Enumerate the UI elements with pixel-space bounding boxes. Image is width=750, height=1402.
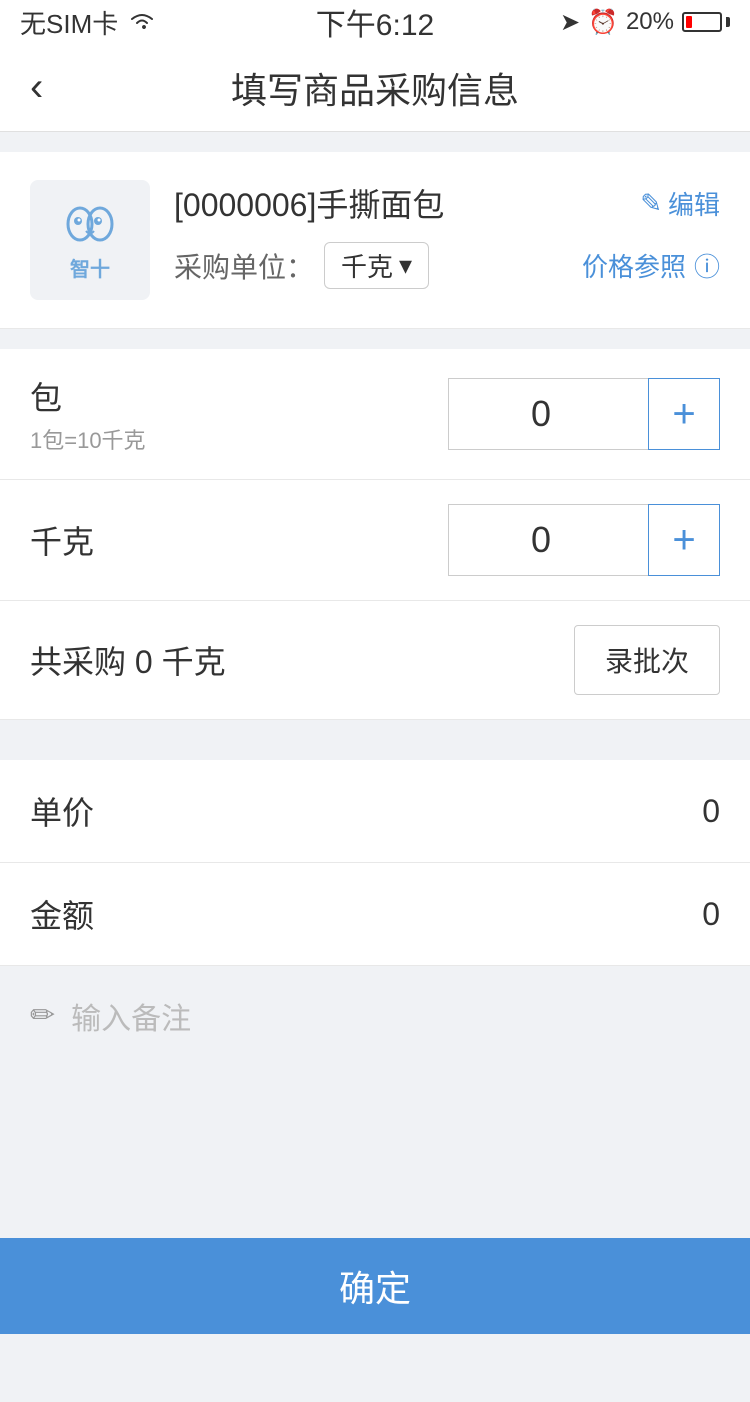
price-ref-button[interactable]: 价格参照 ⓘ [582, 247, 720, 284]
bao-input-control: + [448, 378, 720, 450]
alarm-icon: ⏰ [588, 8, 618, 37]
kg-input-control: + [448, 504, 720, 576]
section-divider-1 [0, 329, 750, 349]
note-placeholder: 输入备注 [71, 994, 191, 1038]
edit-label: 编辑 [668, 185, 720, 222]
edit-button[interactable]: ✎ 编辑 [640, 185, 720, 222]
product-image: 智十 [30, 180, 150, 300]
bao-sublabel: 1包=10千克 [30, 423, 448, 455]
input-row-bao: 包 1包=10千克 + [0, 349, 750, 480]
batch-button[interactable]: 录批次 [574, 625, 720, 695]
status-right: ➤ ⏰ 20% [560, 8, 730, 37]
amount-label: 金额 [30, 891, 94, 937]
bao-quantity-input[interactable] [448, 378, 648, 450]
edit-icon: ✎ [640, 188, 662, 219]
location-icon: ➤ [560, 8, 580, 37]
info-section: 单价 0 金额 0 [0, 760, 750, 966]
price-row: 单价 0 [0, 760, 750, 863]
unit-value: 千克 [341, 247, 393, 284]
confirm-button[interactable]: 确定 [0, 1238, 750, 1334]
total-unit: 千克 [162, 644, 226, 680]
nav-bar: ‹ 填写商品采购信息 [0, 44, 750, 132]
section-divider-2 [0, 720, 750, 740]
owl-logo-icon [60, 199, 120, 249]
owl-text-label: 智十 [70, 253, 110, 282]
product-name: [0000006]手撕面包 [174, 180, 444, 226]
pencil-icon: ✏ [30, 998, 55, 1033]
bao-label: 包 [30, 373, 448, 419]
amount-row: 金额 0 [0, 863, 750, 966]
battery-icon [682, 12, 730, 32]
unit-label: 采购单位： 千克 ▾ [174, 242, 429, 289]
carrier-label: 无SIM卡 [20, 4, 118, 41]
price-label: 单价 [30, 788, 94, 834]
input-row-kg: 千克 + [0, 480, 750, 601]
input-section: 包 1包=10千克 + 千克 + [0, 349, 750, 601]
price-value: 0 [702, 793, 720, 830]
amount-value: 0 [702, 896, 720, 933]
total-row: 共采购 0 千克 录批次 [0, 601, 750, 720]
unit-select[interactable]: 千克 ▾ [324, 242, 429, 289]
page-title: 填写商品采购信息 [231, 62, 519, 114]
price-ref-label: 价格参照 [582, 247, 686, 284]
bao-plus-button[interactable]: + [648, 378, 720, 450]
wifi-icon [128, 7, 156, 38]
total-text: 共采购 0 千克 [30, 637, 226, 683]
total-amount: 0 [135, 644, 153, 680]
status-time: 下午6:12 [316, 0, 434, 44]
info-icon: ⓘ [694, 247, 720, 284]
status-left: 无SIM卡 [20, 4, 156, 41]
kg-quantity-input[interactable] [448, 504, 648, 576]
battery-percent: 20% [626, 8, 674, 36]
kg-plus-button[interactable]: + [648, 504, 720, 576]
dropdown-arrow-icon: ▾ [399, 250, 412, 281]
unit-prefix: 采购单位： [174, 246, 314, 286]
status-bar: 无SIM卡 下午6:12 ➤ ⏰ 20% [0, 0, 750, 44]
product-info: [0000006]手撕面包 ✎ 编辑 采购单位： 千克 ▾ 价格参照 ⓘ [174, 180, 720, 289]
back-button[interactable]: ‹ [30, 65, 43, 110]
total-prefix: 共采购 [30, 644, 126, 680]
product-card: 智十 [0000006]手撕面包 ✎ 编辑 采购单位： 千克 ▾ 价格参照 ⓘ [0, 152, 750, 329]
kg-label: 千克 [30, 517, 448, 563]
